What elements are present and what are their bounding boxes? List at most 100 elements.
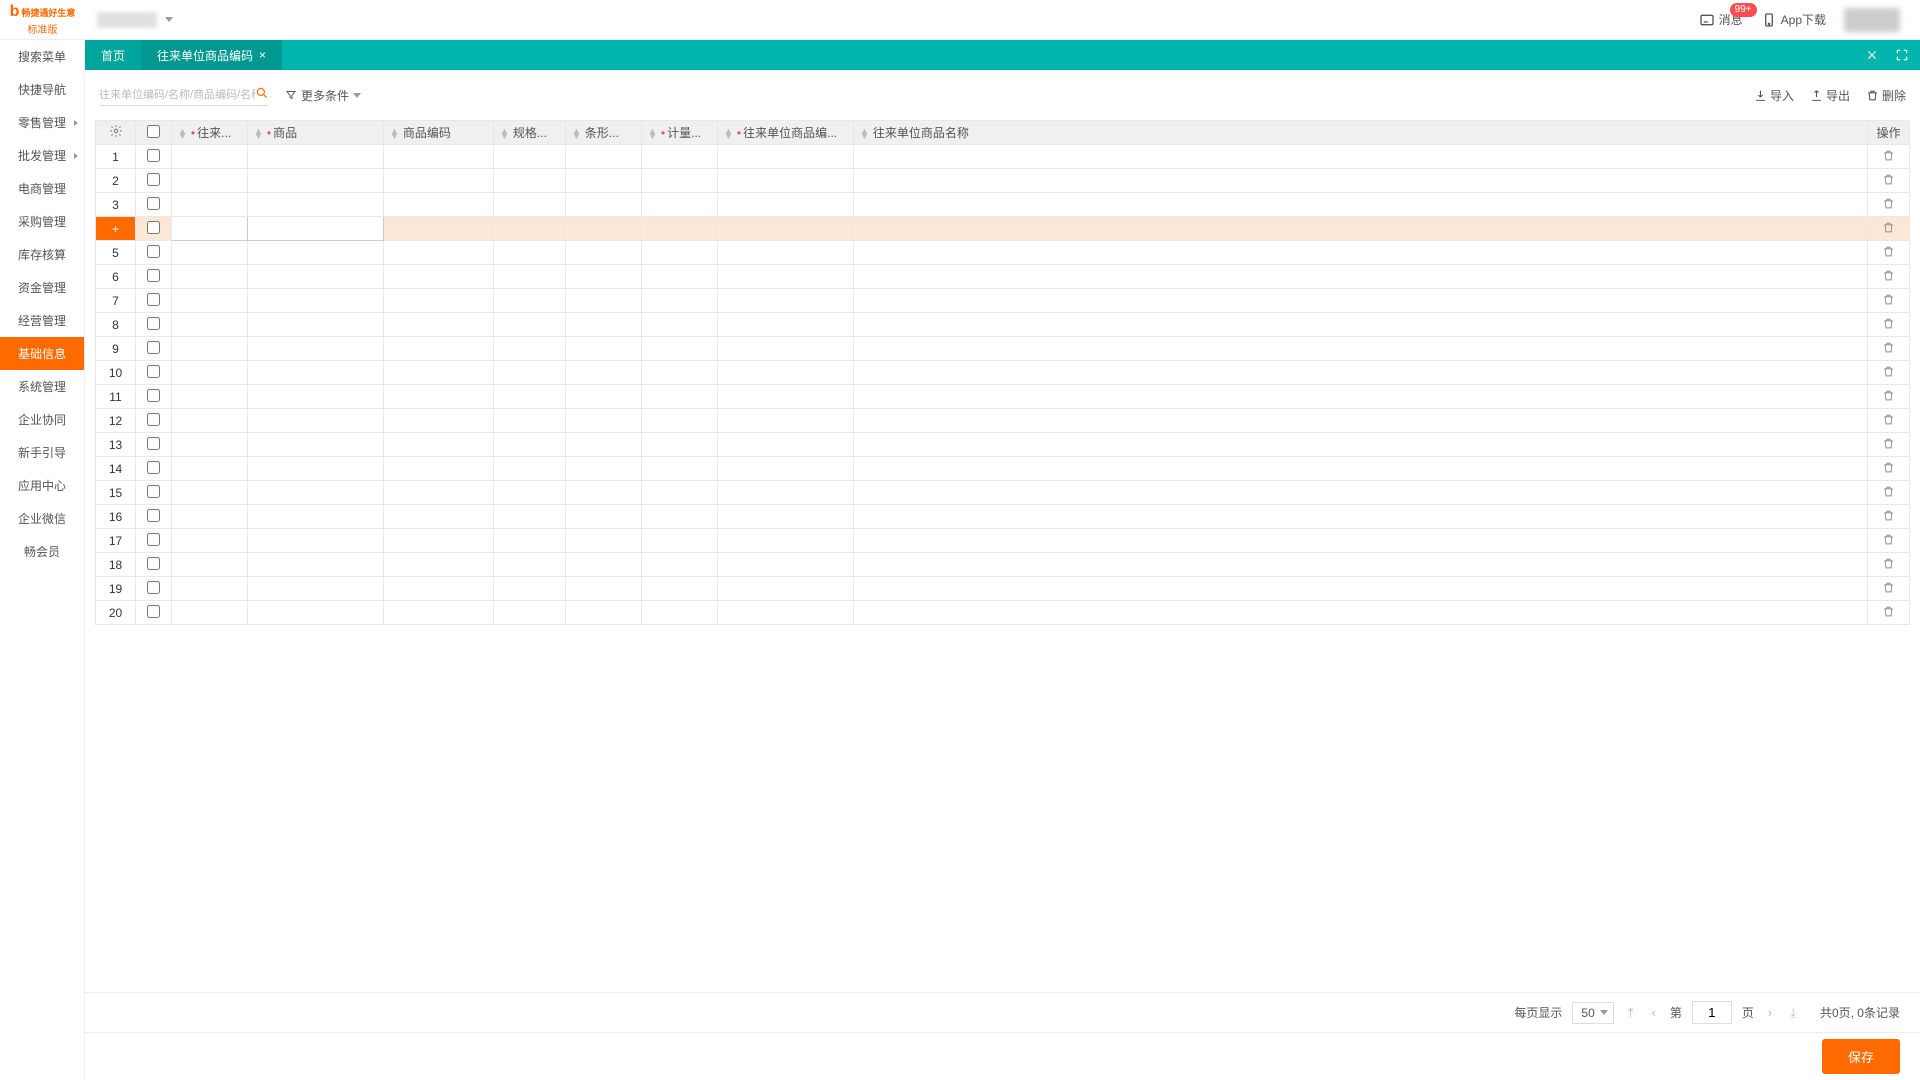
cell-partner-product-name[interactable] xyxy=(854,529,1868,553)
messages-button[interactable]: 消息 99+ xyxy=(1699,11,1743,28)
table-row[interactable]: 2 xyxy=(96,169,1910,193)
cell-spec[interactable] xyxy=(494,481,566,505)
row-select[interactable] xyxy=(136,289,172,313)
cell-product[interactable] xyxy=(248,433,384,457)
cell-spec[interactable] xyxy=(494,217,566,241)
row-select[interactable] xyxy=(136,409,172,433)
cell-product[interactable] xyxy=(248,289,384,313)
cell-spec[interactable] xyxy=(494,241,566,265)
table-row[interactable]: + xyxy=(96,217,1910,241)
cell-partner-product-code[interactable] xyxy=(718,361,854,385)
table-row[interactable]: 20 xyxy=(96,601,1910,625)
sidebar-item-2[interactable]: 零售管理 xyxy=(0,106,84,139)
cell-product[interactable] xyxy=(248,385,384,409)
sidebar-item-8[interactable]: 经营管理 xyxy=(0,304,84,337)
user-avatar[interactable] xyxy=(1844,8,1900,32)
cell-product-code[interactable] xyxy=(384,457,494,481)
cell-partner-product-code[interactable] xyxy=(718,457,854,481)
cell-spec[interactable] xyxy=(494,601,566,625)
delete-button[interactable]: 删除 xyxy=(1866,87,1906,104)
row-select[interactable] xyxy=(136,433,172,457)
cell-partner-product-code[interactable] xyxy=(718,313,854,337)
table-row[interactable]: 14 xyxy=(96,457,1910,481)
row-checkbox[interactable] xyxy=(147,509,160,522)
row-select[interactable] xyxy=(136,577,172,601)
cell-unit[interactable] xyxy=(642,553,718,577)
table-row[interactable]: 18 xyxy=(96,553,1910,577)
cell-product-code[interactable] xyxy=(384,313,494,337)
sidebar-item-6[interactable]: 库存核算 xyxy=(0,238,84,271)
table-row[interactable]: 3 xyxy=(96,193,1910,217)
cell-barcode[interactable] xyxy=(566,361,642,385)
table-row[interactable]: 9 xyxy=(96,337,1910,361)
row-checkbox[interactable] xyxy=(147,173,160,186)
cell-product-code[interactable] xyxy=(384,361,494,385)
column-partner-product-name[interactable]: ▲▼往来单位商品名称 xyxy=(854,121,1868,145)
fullscreen-button[interactable] xyxy=(1892,45,1912,65)
cell-spec[interactable] xyxy=(494,361,566,385)
cell-partner[interactable] xyxy=(172,361,248,385)
cell-partner-product-code[interactable] xyxy=(718,409,854,433)
column-product[interactable]: ▲▼•商品 xyxy=(248,121,384,145)
cell-spec[interactable] xyxy=(494,169,566,193)
cell-unit[interactable] xyxy=(642,385,718,409)
cell-product-code[interactable] xyxy=(384,265,494,289)
cell-product[interactable] xyxy=(248,529,384,553)
row-select[interactable] xyxy=(136,145,172,169)
cell-unit[interactable] xyxy=(642,409,718,433)
cell-barcode[interactable] xyxy=(566,481,642,505)
row-delete[interactable] xyxy=(1868,433,1910,457)
cell-product[interactable] xyxy=(248,313,384,337)
cell-spec[interactable] xyxy=(494,409,566,433)
last-page-button[interactable]: ⤓ xyxy=(1786,1005,1800,1021)
row-select[interactable] xyxy=(136,241,172,265)
cell-partner-product-code[interactable] xyxy=(718,505,854,529)
cell-partner[interactable] xyxy=(172,433,248,457)
cell-unit[interactable] xyxy=(642,289,718,313)
sidebar-item-9[interactable]: 基础信息 xyxy=(0,337,84,370)
cell-partner[interactable] xyxy=(172,337,248,361)
cell-partner-product-code[interactable] xyxy=(718,289,854,313)
cell-product[interactable] xyxy=(248,457,384,481)
add-row-icon[interactable]: + xyxy=(108,221,124,237)
cell-product[interactable] xyxy=(248,553,384,577)
row-delete[interactable] xyxy=(1868,577,1910,601)
cell-product-code[interactable] xyxy=(384,289,494,313)
cell-partner[interactable] xyxy=(172,193,248,217)
cell-product[interactable] xyxy=(248,217,384,241)
row-delete[interactable] xyxy=(1868,385,1910,409)
cell-product[interactable] xyxy=(248,337,384,361)
row-checkbox[interactable] xyxy=(147,557,160,570)
tab-partner-product-code[interactable]: 往来单位商品编码 × xyxy=(141,40,282,70)
cell-spec[interactable] xyxy=(494,337,566,361)
cell-product-code[interactable] xyxy=(384,385,494,409)
cell-product-code[interactable] xyxy=(384,337,494,361)
cell-partner-product-name[interactable] xyxy=(854,193,1868,217)
column-select-all[interactable] xyxy=(136,121,172,145)
cell-partner-product-code[interactable] xyxy=(718,241,854,265)
row-delete[interactable] xyxy=(1868,409,1910,433)
cell-partner-product-name[interactable] xyxy=(854,433,1868,457)
cell-partner-product-name[interactable] xyxy=(854,457,1868,481)
table-row[interactable]: 10 xyxy=(96,361,1910,385)
row-checkbox[interactable] xyxy=(147,149,160,162)
row-delete[interactable] xyxy=(1868,457,1910,481)
cell-partner[interactable] xyxy=(172,217,248,241)
cell-unit[interactable] xyxy=(642,313,718,337)
column-barcode[interactable]: ▲▼条形... xyxy=(566,121,642,145)
cell-barcode[interactable] xyxy=(566,577,642,601)
cell-spec[interactable] xyxy=(494,529,566,553)
cell-unit[interactable] xyxy=(642,193,718,217)
row-delete[interactable] xyxy=(1868,337,1910,361)
row-select[interactable] xyxy=(136,481,172,505)
cell-partner[interactable] xyxy=(172,169,248,193)
row-delete[interactable] xyxy=(1868,145,1910,169)
row-select[interactable] xyxy=(136,553,172,577)
row-select[interactable] xyxy=(136,169,172,193)
cell-partner-product-name[interactable] xyxy=(854,481,1868,505)
table-row[interactable]: 13 xyxy=(96,433,1910,457)
cell-product-code[interactable] xyxy=(384,217,494,241)
cell-barcode[interactable] xyxy=(566,553,642,577)
row-select[interactable] xyxy=(136,601,172,625)
row-select[interactable] xyxy=(136,265,172,289)
